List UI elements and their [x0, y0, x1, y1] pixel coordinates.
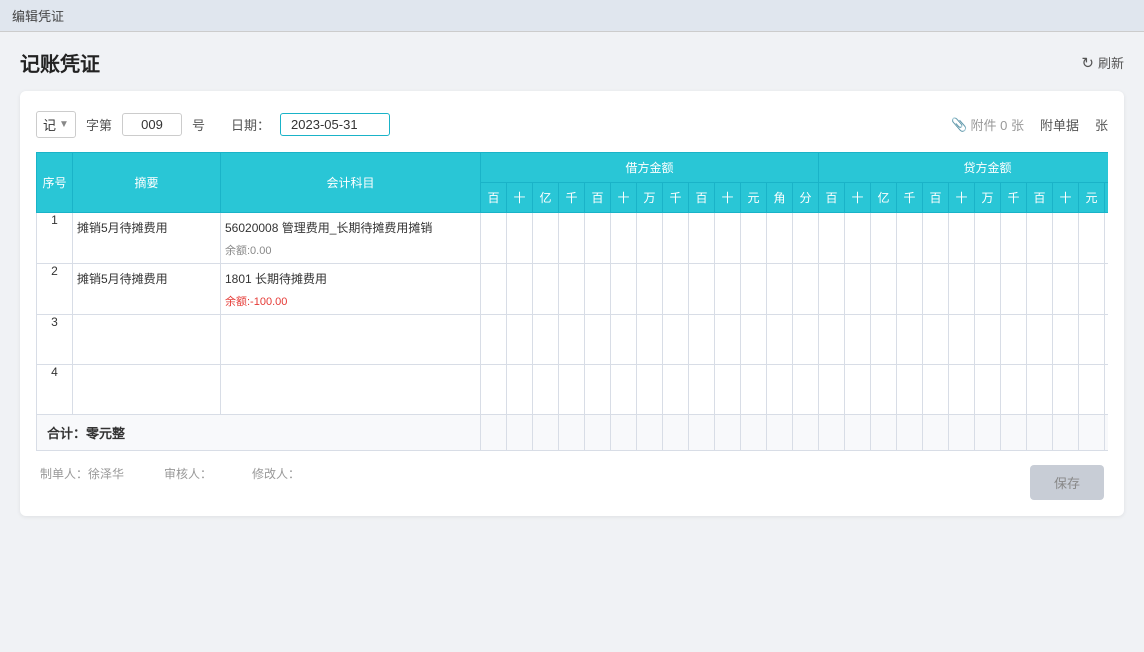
th-d12: 角	[767, 183, 793, 213]
footer-total: 合计：零元整	[37, 415, 481, 451]
th-d6: 十	[611, 183, 637, 213]
row4-account[interactable]	[221, 365, 481, 415]
th-summary: 摘要	[73, 153, 221, 213]
attach-link[interactable]: 📎 附件 0 张	[951, 115, 1024, 134]
th-d11: 元	[741, 183, 767, 213]
footer-row: 合计：零元整	[37, 415, 1109, 451]
page-title: 记账凭证	[20, 48, 100, 77]
th-c6: 十	[949, 183, 975, 213]
zi-label: 字第	[86, 115, 112, 134]
refresh-button[interactable]: ↻ 刷新	[1081, 53, 1124, 72]
form-row: 记 ▼ 字第 号 日期： 📎 附件 0 张 附单据 张	[36, 111, 1108, 138]
window: 编辑凭证 记账凭证 ↻ 刷新 记 ▼ 字第 号 日期：	[0, 0, 1144, 652]
th-credit-group: 贷方金额	[819, 153, 1109, 183]
attach-label: 附件 0 张	[971, 115, 1024, 134]
table-row: 1 摊销5月待摊费用 56020008 管理费用_长期待摊费用摊销 余额:0.0…	[37, 213, 1109, 264]
title-bar: 编辑凭证	[0, 0, 1144, 32]
reviewer-info: 审核人：	[164, 465, 212, 500]
row2-summary[interactable]: 摊销5月待摊费用	[73, 264, 221, 315]
zi-input[interactable]	[122, 113, 182, 136]
table-row: 2 摊销5月待摊费用 1801 长期待摊费用 余额:-100.00	[37, 264, 1109, 315]
row2-seq: 2	[37, 264, 73, 315]
th-c9: 百	[1027, 183, 1053, 213]
modifier-info: 修改人：	[252, 465, 300, 500]
th-c2: 十	[845, 183, 871, 213]
th-d3: 亿	[533, 183, 559, 213]
th-d1: 百	[481, 183, 507, 213]
th-d7: 万	[637, 183, 663, 213]
th-seq: 序号	[37, 153, 73, 213]
th-c8: 千	[1001, 183, 1027, 213]
refresh-label: 刷新	[1098, 53, 1124, 72]
save-button[interactable]: 保存	[1030, 465, 1104, 500]
date-input[interactable]	[280, 113, 390, 136]
th-c1: 百	[819, 183, 845, 213]
zhang-label: 张	[1095, 115, 1108, 134]
th-d5: 百	[585, 183, 611, 213]
row4-seq: 4	[37, 365, 73, 415]
th-d4: 千	[559, 183, 585, 213]
th-d13: 分	[793, 183, 819, 213]
window-title: 编辑凭证	[12, 6, 64, 25]
creator-info: 制单人：徐泽华	[40, 465, 124, 500]
row1-summary[interactable]: 摊销5月待摊费用	[73, 213, 221, 264]
th-account: 会计科目	[221, 153, 481, 213]
row3-summary[interactable]	[73, 315, 221, 365]
th-c12: 角	[1105, 183, 1109, 213]
ji-select[interactable]: 记 ▼	[36, 111, 76, 138]
table-wrapper: 序号 摘要 会计科目 借方金额 贷方金额 百 十 亿 千 百 十	[36, 152, 1108, 451]
th-debit-group: 借方金额	[481, 153, 819, 183]
th-d10: 十	[715, 183, 741, 213]
table-row: 4	[37, 365, 1109, 415]
fudan-button[interactable]: 附单据	[1040, 115, 1079, 134]
main-content: 记账凭证 ↻ 刷新 记 ▼ 字第 号 日期： 📎	[0, 32, 1144, 652]
info-row: 制单人：徐泽华 审核人： 修改人： 保存	[36, 465, 1108, 500]
hao-label: 号	[192, 115, 205, 134]
right-controls: 📎 附件 0 张 附单据 张	[951, 115, 1108, 134]
refresh-icon: ↻	[1081, 54, 1094, 72]
th-c11: 元	[1079, 183, 1105, 213]
th-c4: 千	[897, 183, 923, 213]
row3-account[interactable]	[221, 315, 481, 365]
th-c10: 十	[1053, 183, 1079, 213]
th-d9: 百	[689, 183, 715, 213]
row2-account[interactable]: 1801 长期待摊费用 余额:-100.00	[221, 264, 481, 315]
row3-seq: 3	[37, 315, 73, 365]
row4-summary[interactable]	[73, 365, 221, 415]
th-d2: 十	[507, 183, 533, 213]
date-label: 日期：	[231, 115, 270, 134]
ji-value: 记	[43, 115, 56, 134]
th-c7: 万	[975, 183, 1001, 213]
table-row: 3	[37, 315, 1109, 365]
row1-seq: 1	[37, 213, 73, 264]
th-c5: 百	[923, 183, 949, 213]
th-c3: 亿	[871, 183, 897, 213]
th-d8: 千	[663, 183, 689, 213]
voucher-table: 序号 摘要 会计科目 借方金额 贷方金额 百 十 亿 千 百 十	[36, 152, 1108, 451]
ji-arrow-icon: ▼	[59, 119, 69, 130]
voucher-card: 记 ▼ 字第 号 日期： 📎 附件 0 张 附单据 张	[20, 91, 1124, 516]
page-header: 记账凭证 ↻ 刷新	[20, 48, 1124, 77]
row1-account[interactable]: 56020008 管理费用_长期待摊费用摊销 余额:0.00	[221, 213, 481, 264]
clip-icon: 📎	[951, 117, 967, 133]
